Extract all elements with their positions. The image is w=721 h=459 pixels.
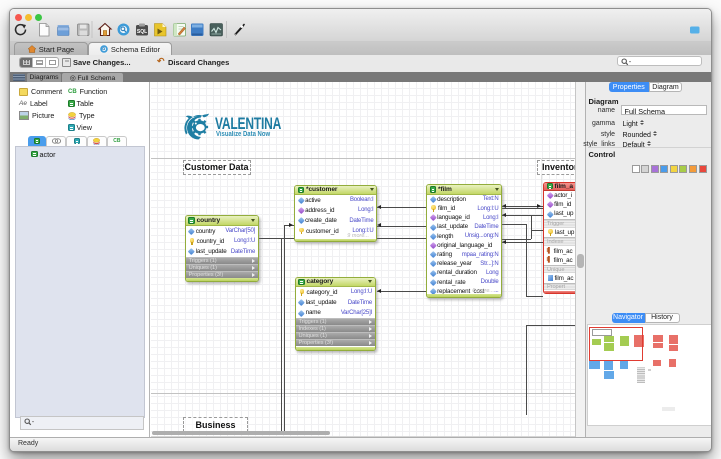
svg-text:SQL: SQL [137,29,147,35]
